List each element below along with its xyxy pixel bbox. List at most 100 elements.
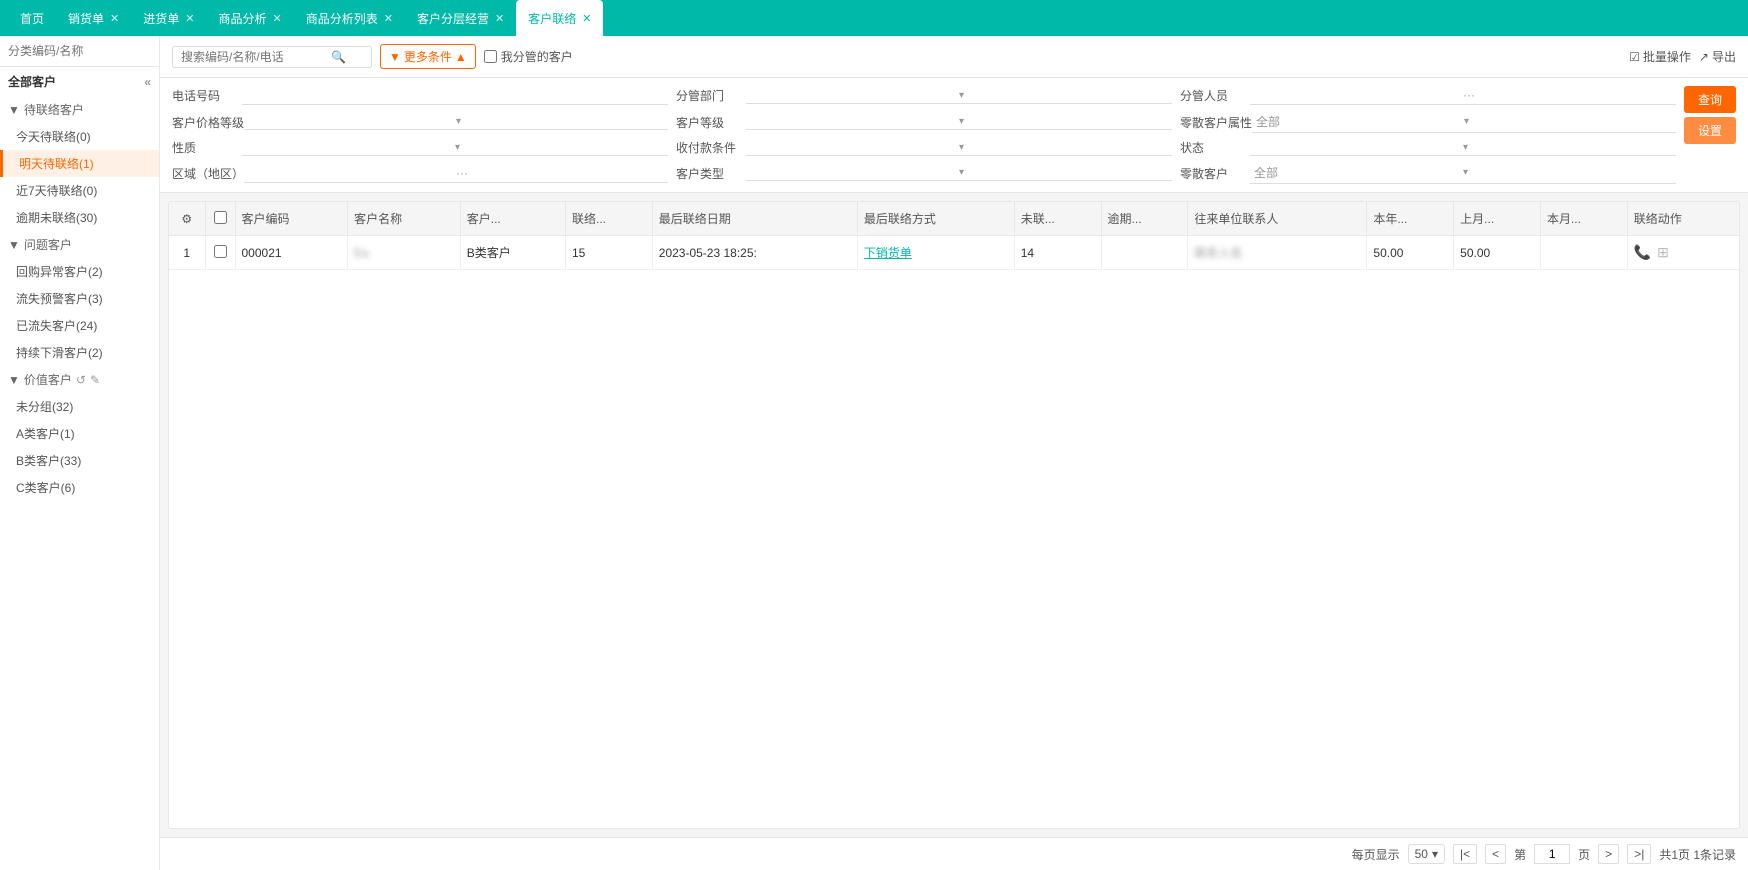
filter-status-select[interactable]: ▾ [1250, 140, 1676, 156]
sidebar-all-customers-header[interactable]: 全部客户 « [0, 67, 159, 96]
nav-customer-contact[interactable]: 客户联络 ✕ [516, 0, 603, 36]
row-checkbox[interactable] [214, 245, 227, 258]
chevron-down-page-icon: ▾ [1432, 847, 1438, 861]
nav-product-list[interactable]: 商品分析列表 ✕ [294, 0, 405, 36]
query-button[interactable]: 查询 [1684, 86, 1736, 113]
chevron-up-icon: ▲ [455, 50, 467, 64]
action-phone-icon[interactable]: 📞 [1634, 244, 1651, 261]
filter-phone: 电话号码 [172, 86, 668, 105]
row-this-month [1540, 236, 1627, 270]
nav-sales[interactable]: 销货单 ✕ [56, 0, 131, 36]
sidebar-item-b-class[interactable]: B类客户(33) [0, 447, 159, 474]
select-all-checkbox[interactable] [214, 211, 227, 224]
close-sales-icon[interactable]: ✕ [110, 12, 119, 25]
filter-nature-select[interactable]: ▾ [242, 140, 668, 156]
search-input-wrap: 🔍 [172, 46, 372, 68]
sidebar-item-churn-warning[interactable]: 流失预警客户(3) [0, 285, 159, 312]
sidebar-item-lost[interactable]: 已流失客户(24) [0, 312, 159, 339]
close-customer-layer-icon[interactable]: ✕ [495, 12, 504, 25]
page-size-select[interactable]: 50 ▾ [1408, 844, 1445, 864]
filter-region-label: 区域（地区） [172, 165, 244, 182]
my-customer-checkbox[interactable] [484, 50, 497, 63]
set-button[interactable]: 设置 [1684, 117, 1736, 144]
sidebar-item-today[interactable]: 今天待联络(0) [0, 123, 159, 150]
triangle-icon-2: ▼ [8, 238, 20, 252]
first-page-button[interactable]: |< [1453, 844, 1477, 864]
th-uncontacted: 未联... [1014, 202, 1101, 236]
page-label: 第 [1514, 846, 1526, 863]
filter-retail-attr-select[interactable]: 全部 ▾ [1252, 111, 1676, 133]
batch-operation-button[interactable]: ☑ 批量操作 [1629, 48, 1691, 65]
close-product-analysis-icon[interactable]: ✕ [273, 12, 282, 25]
total-records: 共1页 1条记录 [1659, 846, 1736, 863]
th-settings[interactable]: ⚙ [169, 202, 205, 236]
page-number-input[interactable] [1534, 844, 1570, 864]
filter-customer-level-select[interactable]: ▾ [746, 114, 1172, 130]
sidebar-item-7days[interactable]: 近7天待联络(0) [0, 177, 159, 204]
search-input[interactable] [181, 50, 331, 64]
filter-payment: 收付款条件 ▾ [676, 139, 1172, 156]
nav-customer-layer[interactable]: 客户分层经营 ✕ [405, 0, 516, 36]
filter-dept-select[interactable]: ▾ [746, 88, 1172, 104]
sidebar-search-input[interactable] [8, 44, 160, 58]
filter-retail-customer-select[interactable]: 全部 ▾ [1250, 162, 1676, 184]
action-grid-icon[interactable]: ⊞ [1657, 244, 1669, 261]
sidebar-collapse-icon[interactable]: « [144, 75, 151, 89]
row-last-month: 50.00 [1454, 236, 1541, 270]
th-this-year: 本年... [1367, 202, 1454, 236]
close-customer-contact-icon[interactable]: ✕ [582, 12, 591, 25]
nav-purchase[interactable]: 进货单 ✕ [131, 0, 206, 36]
th-customer-type-col: 客户... [460, 202, 565, 236]
sidebar-group-value[interactable]: ▼ 价值客户 ↺ ✎ [0, 366, 159, 393]
sidebar-item-repurchase-abnormal[interactable]: 回购异常客户(2) [0, 258, 159, 285]
customer-table-wrap: ⚙ 客户编码 客户名称 客户... 联络... 最后联络日期 最后联络方式 未联… [168, 201, 1740, 829]
next-page-button[interactable]: > [1598, 844, 1619, 864]
filter-phone-input[interactable] [242, 86, 668, 105]
value-edit-icon[interactable]: ✎ [90, 373, 100, 387]
filter-dept: 分管部门 ▾ [676, 87, 1172, 104]
sidebar-group-problem[interactable]: ▼ 问题客户 [0, 231, 159, 258]
sidebar-item-a-class[interactable]: A类客户(1) [0, 420, 159, 447]
search-icon-main[interactable]: 🔍 [331, 50, 346, 64]
row-name: Ea [348, 236, 461, 270]
close-product-list-icon[interactable]: ✕ [384, 12, 393, 25]
chevron-down-icon-price: ▾ [456, 116, 664, 127]
nav-home[interactable]: 首页 [8, 0, 56, 36]
value-refresh-icon[interactable]: ↺ [76, 373, 86, 387]
triangle-icon: ▼ [8, 103, 20, 117]
dots-icon-manager[interactable]: ··· [1459, 88, 1672, 102]
filter-price-level-select[interactable]: ▾ [244, 114, 668, 130]
last-page-button[interactable]: >| [1627, 844, 1651, 864]
th-last-date: 最后联络日期 [652, 202, 857, 236]
nav-product-analysis[interactable]: 商品分析 ✕ [206, 0, 293, 36]
filter-manager-select[interactable]: ··· [1250, 86, 1676, 105]
export-button[interactable]: ↗ 导出 [1699, 48, 1736, 65]
top-nav: 首页 销货单 ✕ 进货单 ✕ 商品分析 ✕ 商品分析列表 ✕ 客户分层经营 ✕ … [0, 0, 1748, 36]
main-layout: 🔍 全部客户 « ▼ 待联络客户 今天待联络(0) 明天待联络(1) 近7天待联… [0, 36, 1748, 870]
sidebar-group-pending[interactable]: ▼ 待联络客户 [0, 96, 159, 123]
sidebar-item-ungrouped[interactable]: 未分组(32) [0, 393, 159, 420]
filter-dept-label: 分管部门 [676, 87, 746, 104]
row-uncontacted: 14 [1014, 236, 1101, 270]
more-filter-button[interactable]: ▼ 更多条件 ▲ [380, 44, 476, 69]
sidebar-item-c-class[interactable]: C类客户(6) [0, 474, 159, 501]
sidebar: 🔍 全部客户 « ▼ 待联络客户 今天待联络(0) 明天待联络(1) 近7天待联… [0, 36, 160, 870]
sidebar-search-wrap: 🔍 [0, 36, 159, 67]
chevron-down-icon-retail2: ▾ [1463, 167, 1672, 178]
sidebar-item-overdue[interactable]: 逾期未联络(30) [0, 204, 159, 231]
filter-payment-select[interactable]: ▾ [746, 140, 1172, 156]
filter-icon: ▼ [389, 50, 401, 64]
dots-icon-region[interactable]: ··· [452, 166, 664, 180]
sidebar-item-tomorrow[interactable]: 明天待联络(1) [0, 150, 159, 177]
prev-page-button[interactable]: < [1485, 844, 1506, 864]
row-checkbox-cell[interactable] [205, 236, 235, 270]
sidebar-item-declining[interactable]: 持续下滑客户(2) [0, 339, 159, 366]
my-customer-checkbox-wrap[interactable]: 我分管的客户 [484, 48, 573, 65]
row-last-method[interactable]: 下销货单 [857, 236, 1014, 270]
filter-retail-customer-label: 零散客户 [1180, 165, 1250, 182]
filter-customer-type-select[interactable]: ▾ [746, 165, 1172, 181]
th-checkbox[interactable] [205, 202, 235, 236]
filter-region-select[interactable]: ··· [244, 164, 668, 183]
th-this-month: 本月... [1540, 202, 1627, 236]
close-purchase-icon[interactable]: ✕ [185, 12, 194, 25]
